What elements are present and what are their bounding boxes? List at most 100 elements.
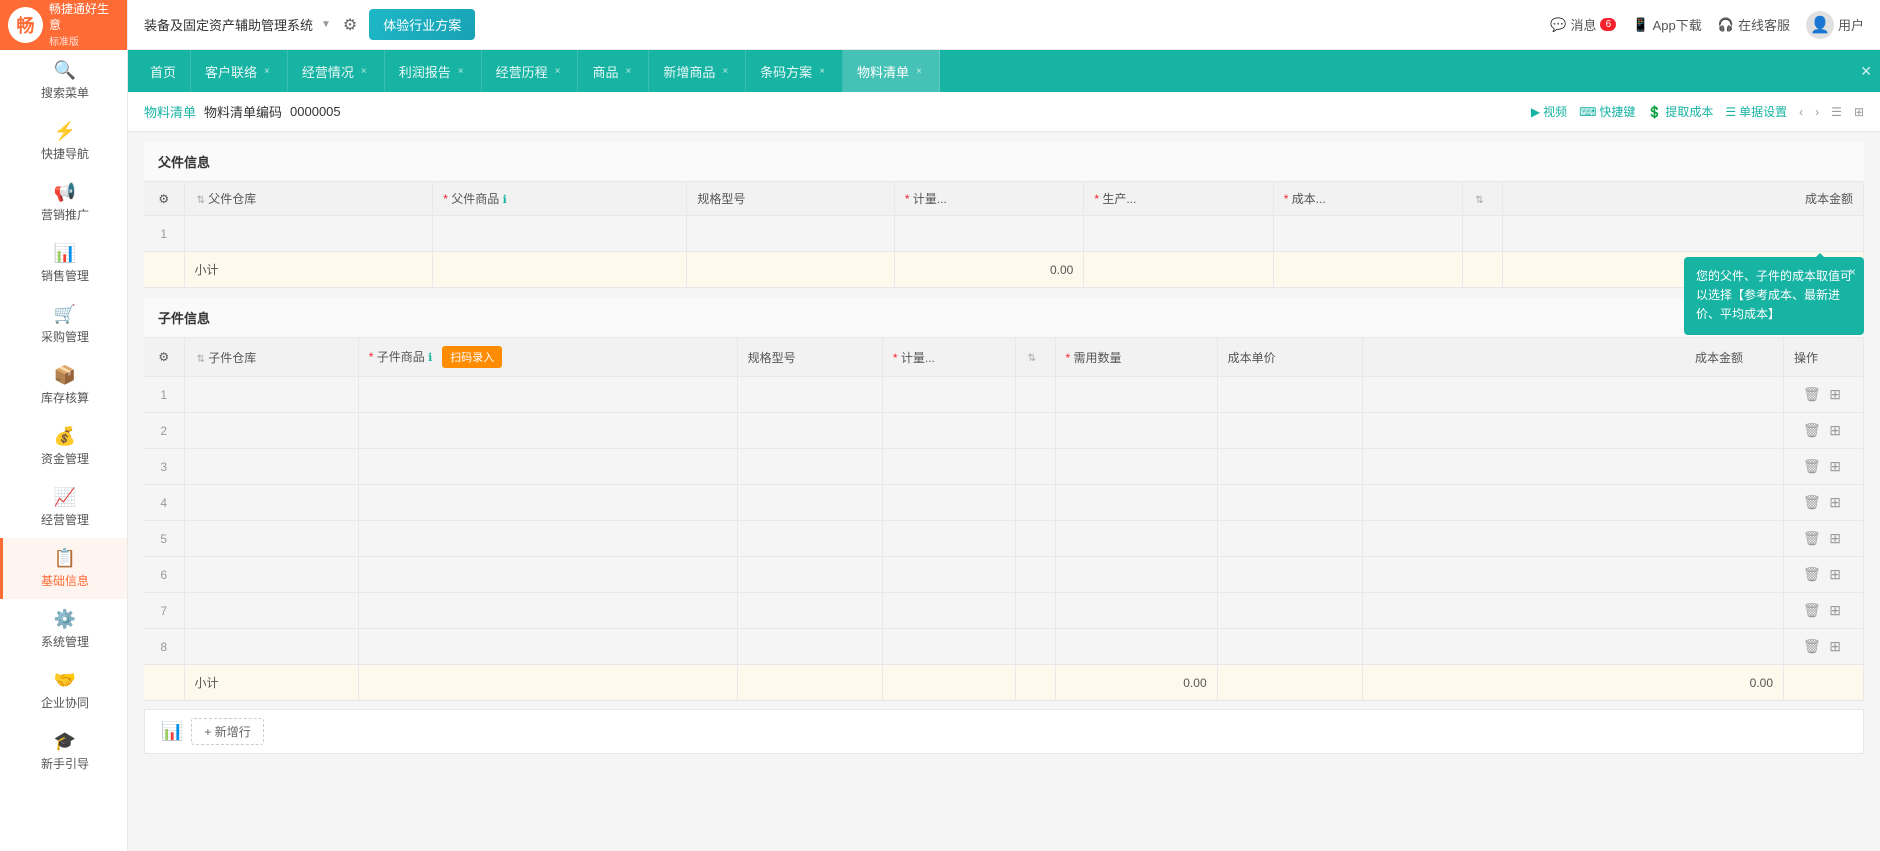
- delete-icon-8[interactable]: 🗑: [1802, 637, 1822, 657]
- child-spec-7[interactable]: [737, 593, 882, 629]
- child-qty-1[interactable]: [1055, 377, 1217, 413]
- tab-close-products[interactable]: ×: [622, 65, 634, 78]
- delete-icon-5[interactable]: 🗑: [1802, 529, 1822, 549]
- child-qty-3[interactable]: [1055, 449, 1217, 485]
- copy-icon-2[interactable]: ⊞: [1825, 421, 1845, 441]
- child-product-1[interactable]: [358, 377, 737, 413]
- child-spec-1[interactable]: [737, 377, 882, 413]
- breadcrumb-parent[interactable]: 物料清单: [144, 102, 196, 121]
- copy-icon-1[interactable]: ⊞: [1825, 385, 1845, 405]
- child-product-4[interactable]: [358, 485, 737, 521]
- child-unit-6[interactable]: [882, 557, 1015, 593]
- child-unit-7[interactable]: [882, 593, 1015, 629]
- child-product-2[interactable]: [358, 413, 737, 449]
- child-spec-6[interactable]: [737, 557, 882, 593]
- parent-warehouse-cell[interactable]: [184, 216, 433, 252]
- child-unit-4[interactable]: [882, 485, 1015, 521]
- child-warehouse-5[interactable]: [184, 521, 358, 557]
- child-unit-1[interactable]: [882, 377, 1015, 413]
- child-unit-2[interactable]: [882, 413, 1015, 449]
- child-warehouse-7[interactable]: [184, 593, 358, 629]
- nav-next[interactable]: ›: [1815, 105, 1819, 119]
- delete-icon-1[interactable]: 🗑: [1802, 385, 1822, 405]
- child-unit-8[interactable]: [882, 629, 1015, 665]
- scan-btn[interactable]: 扫码录入: [442, 346, 502, 368]
- tab-operations[interactable]: 经营情况 ×: [288, 50, 385, 92]
- info-icon[interactable]: ℹ: [503, 194, 507, 206]
- sidebar-item-search[interactable]: 🔍 搜索菜单: [0, 50, 127, 111]
- sidebar-item-guide[interactable]: 🎓 新手引导: [0, 721, 127, 782]
- tooltip-close[interactable]: ×: [1849, 263, 1856, 282]
- tab-close-bom[interactable]: ×: [913, 65, 925, 78]
- tab-bom[interactable]: 物料清单 ×: [843, 50, 940, 92]
- tab-history[interactable]: 经营历程 ×: [482, 50, 579, 92]
- child-qty-2[interactable]: [1055, 413, 1217, 449]
- copy-icon-5[interactable]: ⊞: [1825, 529, 1845, 549]
- child-unit-cost-2[interactable]: [1217, 413, 1362, 449]
- sidebar-item-purchase[interactable]: 🛒 采购管理: [0, 294, 127, 355]
- child-warehouse-4[interactable]: [184, 485, 358, 521]
- parent-cost-cell[interactable]: [1273, 216, 1462, 252]
- nav-prev[interactable]: ‹: [1799, 105, 1803, 119]
- tabs-end-close[interactable]: ✕: [1860, 63, 1872, 80]
- delete-icon-6[interactable]: 🗑: [1802, 565, 1822, 585]
- menu-toggle[interactable]: ☰: [1831, 105, 1842, 119]
- sidebar-item-sales[interactable]: 📊 销售管理: [0, 233, 127, 294]
- child-unit-3[interactable]: [882, 449, 1015, 485]
- tab-close-new-product[interactable]: ×: [719, 65, 731, 78]
- system-dropdown-arrow[interactable]: ▼: [321, 19, 331, 30]
- tab-close-profit[interactable]: ×: [455, 65, 467, 78]
- sidebar-item-basic-info[interactable]: 📋 基础信息: [0, 538, 127, 599]
- sidebar-item-finance[interactable]: 💰 资金管理: [0, 416, 127, 477]
- child-spec-8[interactable]: [737, 629, 882, 665]
- child-product-8[interactable]: [358, 629, 737, 665]
- app-download-action[interactable]: 📱 App下载: [1632, 15, 1701, 34]
- tab-products[interactable]: 商品 ×: [578, 50, 649, 92]
- tab-close-customer[interactable]: ×: [261, 65, 273, 78]
- tab-close-operations[interactable]: ×: [358, 65, 370, 78]
- child-warehouse-6[interactable]: [184, 557, 358, 593]
- child-unit-cost-7[interactable]: [1217, 593, 1362, 629]
- child-qty-5[interactable]: [1055, 521, 1217, 557]
- view-action[interactable]: ▶ 视频: [1531, 103, 1567, 120]
- parent-unit-cell[interactable]: [894, 216, 1083, 252]
- parent-spec-cell[interactable]: [687, 216, 894, 252]
- sidebar-item-quick-nav[interactable]: ⚡ 快捷导航: [0, 111, 127, 172]
- message-action[interactable]: 💬 消息 6: [1550, 15, 1616, 34]
- child-warehouse-2[interactable]: [184, 413, 358, 449]
- tab-customer[interactable]: 客户联络 ×: [191, 50, 288, 92]
- parent-col-settings[interactable]: ⚙: [144, 182, 184, 216]
- tab-barcode[interactable]: 条码方案 ×: [746, 50, 843, 92]
- tab-profit[interactable]: 利润报告 ×: [385, 50, 482, 92]
- sort-arrows[interactable]: ⇅: [1475, 195, 1483, 206]
- child-unit-cost-5[interactable]: [1217, 521, 1362, 557]
- child-warehouse-8[interactable]: [184, 629, 358, 665]
- sidebar-item-marketing[interactable]: 📢 营销推广: [0, 172, 127, 233]
- child-warehouse-1[interactable]: [184, 377, 358, 413]
- shortcut-action[interactable]: ⌨ 快捷键: [1579, 103, 1635, 120]
- child-unit-cost-1[interactable]: [1217, 377, 1362, 413]
- sidebar-item-inventory[interactable]: 📦 库存核算: [0, 355, 127, 416]
- child-unit-cost-3[interactable]: [1217, 449, 1362, 485]
- parent-product-cell[interactable]: [433, 216, 687, 252]
- child-product-5[interactable]: [358, 521, 737, 557]
- copy-icon-6[interactable]: ⊞: [1825, 565, 1845, 585]
- expand-action[interactable]: ⊞: [1854, 105, 1864, 119]
- sidebar-item-collab[interactable]: 🤝 企业协同: [0, 660, 127, 721]
- tab-close-barcode[interactable]: ×: [816, 65, 828, 78]
- child-product-6[interactable]: [358, 557, 737, 593]
- child-unit-cost-4[interactable]: [1217, 485, 1362, 521]
- add-row-button[interactable]: + 新增行: [191, 718, 263, 745]
- sidebar-item-system[interactable]: ⚙️ 系统管理: [0, 599, 127, 660]
- copy-icon-3[interactable]: ⊞: [1825, 457, 1845, 477]
- sidebar-item-operations[interactable]: 📈 经营管理: [0, 477, 127, 538]
- child-qty-4[interactable]: [1055, 485, 1217, 521]
- sort-icon[interactable]: ⇅: [197, 195, 205, 206]
- delete-icon-2[interactable]: 🗑: [1802, 421, 1822, 441]
- child-product-3[interactable]: [358, 449, 737, 485]
- tab-home[interactable]: 首页: [136, 50, 191, 92]
- child-spec-2[interactable]: [737, 413, 882, 449]
- online-service-action[interactable]: 🎧 在线客服: [1718, 15, 1790, 34]
- child-info-icon[interactable]: ℹ: [428, 352, 432, 364]
- child-qty-8[interactable]: [1055, 629, 1217, 665]
